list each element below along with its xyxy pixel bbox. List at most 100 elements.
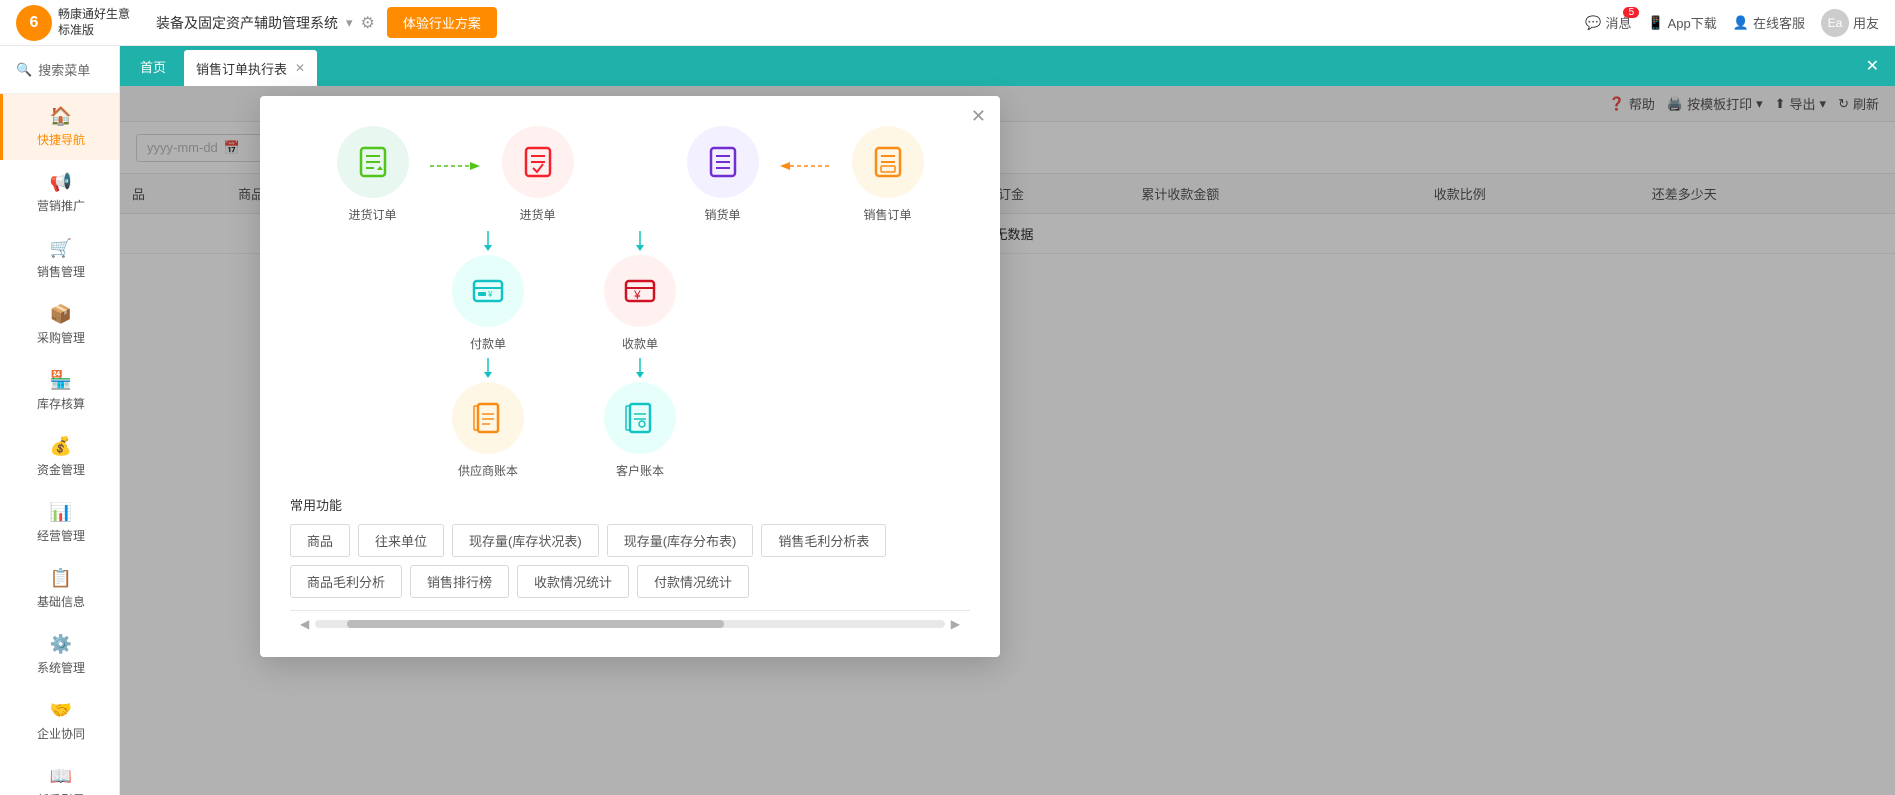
purchase-order-label: 进货订单 (348, 206, 396, 223)
scroll-bar: ◀ ▶ (290, 610, 970, 637)
message-btn[interactable]: 💬 消息 5 (1585, 13, 1631, 32)
func-buttons: 商品往来单位现存量(库存状况表)现存量(库存分布表)销售毛利分析表商品毛利分析销… (290, 524, 970, 598)
sidebar-item-sales[interactable]: 🛒 销售管理 (0, 226, 119, 292)
app-icon: 📱 (1647, 15, 1663, 31)
purchase-bill-icon (502, 126, 574, 198)
flow-modal: ✕ 进货订单 (260, 96, 1000, 657)
tab-label-sales-order-execution: 销售订单执行表 (196, 59, 287, 78)
sidebar-icon-operations: 📊 (50, 502, 72, 523)
logo-area: 6 畅康通好生意 标准版 (16, 5, 136, 41)
supplier-ledger-label: 供应商账本 (458, 462, 518, 479)
purchase-bill-label: 进货单 (519, 206, 555, 223)
sidebar-icon-purchase: 📦 (50, 304, 72, 325)
func-btn[interactable]: 付款情况统计 (637, 565, 749, 598)
func-btn[interactable]: 销售毛利分析表 (761, 524, 886, 557)
main-layout: 🔍 搜索菜单 🏠 快捷导航 📢营销推广 🛒 销售管理 📦 采购管理 🏪 库存核算 💰资金管理 📊 经营… (0, 46, 1895, 795)
search-icon: 🔍 (16, 62, 32, 78)
flow-node-sales-bill: 销货单 (670, 126, 775, 223)
sales-bill-label: 销货单 (704, 206, 740, 223)
sidebar-item-finance[interactable]: 💰资金管理 (0, 424, 119, 490)
func-btn[interactable]: 销售排行榜 (410, 565, 509, 598)
system-dropdown-icon[interactable]: ▾ (346, 15, 353, 31)
sidebar-search[interactable]: 🔍 搜索菜单 (0, 46, 119, 94)
message-badge: 5 (1623, 7, 1639, 18)
flow-node-payment: ¥ 付款单 (452, 255, 524, 352)
flow-node-supplier-ledger: 供应商账本 (452, 382, 524, 479)
svg-text:¥: ¥ (633, 288, 641, 302)
flow-node-receipt: ¥ 收款单 (604, 255, 676, 352)
logo-text: 畅康通好生意 标准版 (58, 7, 130, 38)
sidebar-label-purchase: 采购管理 (37, 329, 85, 346)
modal-close-btn[interactable]: ✕ (971, 106, 986, 127)
scroll-left-arrow[interactable]: ◀ (300, 617, 309, 631)
sidebar-label-basic-info: 基础信息 (37, 593, 85, 610)
service-icon: 👤 (1733, 15, 1749, 31)
sidebar-label-guide: 新手引导 (37, 791, 85, 795)
func-btn[interactable]: 现存量(库存分布表) (607, 524, 754, 557)
customer-ledger-label: 客户账本 (616, 462, 664, 479)
sidebar-item-marketing[interactable]: 📢营销推广 (0, 160, 119, 226)
sidebar-item-purchase[interactable]: 📦 采购管理 (0, 292, 119, 358)
sidebar-label-quick-nav: 快捷导航 (37, 131, 85, 148)
func-btn[interactable]: 收款情况统计 (517, 565, 629, 598)
tab-bar: 首页 销售订单执行表 ✕ ✕ (120, 46, 1895, 86)
sidebar-item-guide[interactable]: 📖新手引导 (0, 754, 119, 795)
topbar: 6 畅康通好生意 标准版 装备及固定资产辅助管理系统 ▾ ⚙ 体验行业方案 💬 … (0, 0, 1895, 46)
func-btn[interactable]: 往来单位 (358, 524, 444, 557)
sidebar-item-quick-nav[interactable]: 🏠 快捷导航 (0, 94, 119, 160)
modal-overlay: ✕ 进货订单 (120, 86, 1895, 795)
tab-sales-order-execution[interactable]: 销售订单执行表 ✕ (184, 50, 317, 86)
online-service-btn[interactable]: 👤 在线客服 (1733, 13, 1805, 32)
customer-ledger-icon (604, 382, 676, 454)
sidebar-icon-sales: 🛒 (50, 238, 72, 259)
flow-node-purchase-bill: 进货单 (485, 126, 590, 223)
sidebar-label-system: 系统管理 (37, 659, 85, 676)
svg-text:¥: ¥ (487, 290, 493, 299)
sidebar-icon-cooperation: 🤝 (50, 700, 72, 721)
sidebar-label-operations: 经营管理 (37, 527, 85, 544)
sidebar-icon-basic-info: 📋 (50, 568, 72, 589)
settings-icon[interactable]: ⚙ (361, 13, 375, 33)
func-btn[interactable]: 商品 (290, 524, 350, 557)
sidebar-label-marketing: 营销推广 (37, 197, 85, 214)
purchase-order-icon (337, 126, 409, 198)
sidebar-item-cooperation[interactable]: 🤝 企业协同 (0, 688, 119, 754)
sidebar-icon-inventory: 🏪 (50, 370, 72, 391)
user-area[interactable]: Ea 用友 (1821, 9, 1879, 37)
sales-bill-icon (687, 126, 759, 198)
flow-node-purchase-order: 进货订单 (320, 126, 425, 223)
scroll-track (315, 620, 945, 628)
scroll-right-arrow[interactable]: ▶ (951, 617, 960, 631)
receipt-label: 收款单 (622, 335, 658, 352)
flow-node-sales-order: 销售订单 (835, 126, 940, 223)
trial-btn[interactable]: 体验行业方案 (387, 7, 497, 38)
sidebar: 🔍 搜索菜单 🏠 快捷导航 📢营销推广 🛒 销售管理 📦 采购管理 🏪 库存核算 💰资金管理 📊 经营… (0, 46, 120, 795)
sidebar-item-inventory[interactable]: 🏪 库存核算 (0, 358, 119, 424)
func-btn[interactable]: 商品毛利分析 (290, 565, 402, 598)
payment-label: 付款单 (470, 335, 506, 352)
tab-home[interactable]: 首页 (124, 46, 182, 86)
content-area: 首页 销售订单执行表✕ ✕ ❓ 帮助 🖨️ 按模板打印 ▾ ⬆ 导出 ▾ (120, 46, 1895, 795)
app-download-btn[interactable]: 📱 App下载 (1647, 13, 1716, 32)
tab-close-sales-order-execution[interactable]: ✕ (295, 61, 305, 75)
sidebar-label-cooperation: 企业协同 (37, 725, 85, 742)
sidebar-icon-quick-nav: 🏠 (50, 106, 72, 127)
sidebar-item-operations[interactable]: 📊 经营管理 (0, 490, 119, 556)
sidebar-label-finance: 资金管理 (37, 461, 85, 478)
scroll-thumb[interactable] (347, 620, 725, 628)
common-title: 常用功能 (290, 495, 970, 514)
sidebar-label-inventory: 库存核算 (37, 395, 85, 412)
func-btn[interactable]: 现存量(库存状况表) (452, 524, 599, 557)
sidebar-icon-system: ⚙️ (50, 634, 72, 655)
topbar-right: 💬 消息 5 📱 App下载 👤 在线客服 Ea 用友 (1585, 9, 1879, 37)
logo-icon: 6 (16, 5, 52, 41)
message-icon: 💬 (1585, 15, 1601, 31)
tab-bar-close-btn[interactable]: ✕ (1850, 56, 1895, 76)
sidebar-item-system[interactable]: ⚙️ 系统管理 (0, 622, 119, 688)
search-menu-btn[interactable]: 🔍 搜索菜单 (8, 56, 111, 83)
system-area: 装备及固定资产辅助管理系统 ▾ ⚙ 体验行业方案 (136, 7, 1585, 38)
sidebar-label-sales: 销售管理 (37, 263, 85, 280)
common-functions: 常用功能 商品往来单位现存量(库存状况表)现存量(库存分布表)销售毛利分析表商品… (290, 495, 970, 598)
sidebar-item-basic-info[interactable]: 📋 基础信息 (0, 556, 119, 622)
payment-icon: ¥ (452, 255, 524, 327)
